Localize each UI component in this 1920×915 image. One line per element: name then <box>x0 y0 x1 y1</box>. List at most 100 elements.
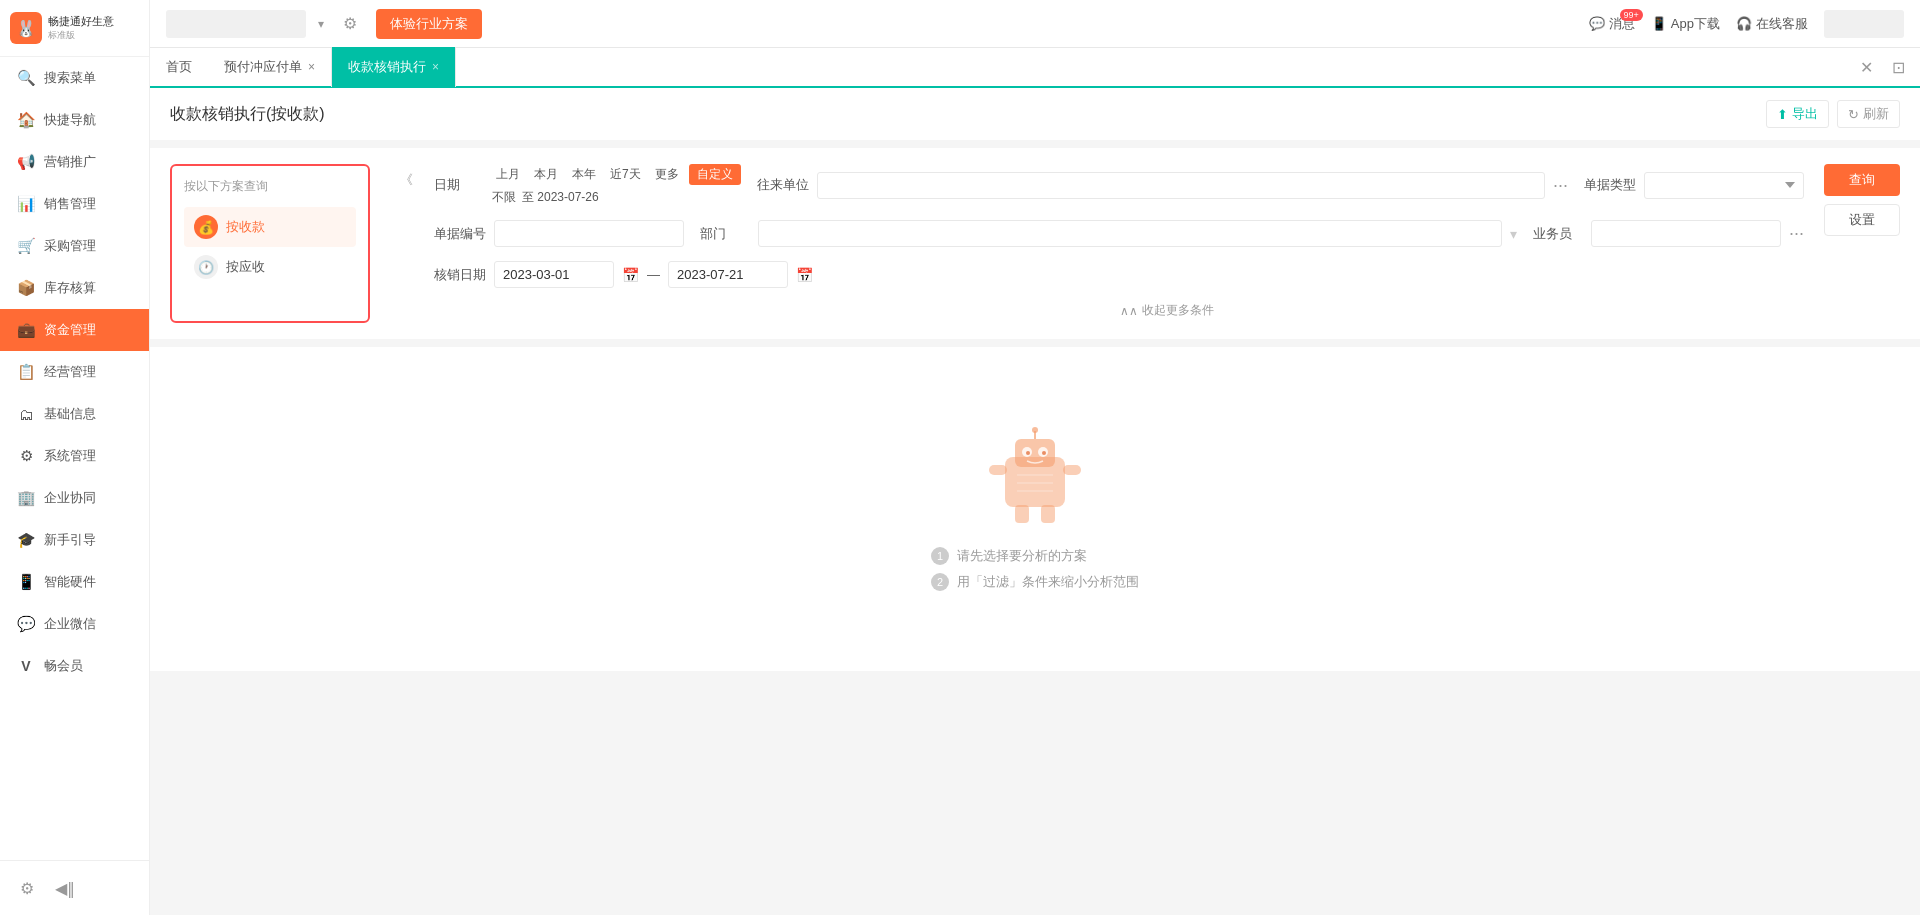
message-button[interactable]: 💬 消息 99+ <box>1589 15 1635 33</box>
tab-prepay[interactable]: 预付冲应付单 × <box>208 47 332 87</box>
this-month-shortcut[interactable]: 本月 <box>530 164 562 185</box>
sidebar-item-system[interactable]: ⚙ 系统管理 <box>0 435 149 477</box>
custom-shortcut[interactable]: 自定义 <box>689 164 741 185</box>
guide-nav-icon: 🎓 <box>16 531 36 549</box>
last-7days-shortcut[interactable]: 近7天 <box>606 164 645 185</box>
industry-solution-button[interactable]: 体验行业方案 <box>376 9 482 39</box>
app-name: 畅捷通好生意 <box>48 14 114 28</box>
sidebar-item-operation[interactable]: 📋 经营管理 <box>0 351 149 393</box>
service-label: 在线客服 <box>1756 15 1808 33</box>
svg-point-7 <box>1032 427 1038 433</box>
sidebar-item-guide[interactable]: 🎓 新手引导 <box>0 519 149 561</box>
date-to: 至 2023-07-26 <box>522 189 599 206</box>
staff-field: 业务员 ··· <box>1533 220 1804 247</box>
marketing-nav-icon: 📢 <box>16 153 36 171</box>
search-nav-icon: 🔍 <box>16 69 36 87</box>
maximize-icon[interactable]: ⊡ <box>1884 53 1912 81</box>
tab-prepay-close-icon[interactable]: × <box>308 60 315 74</box>
refresh-button[interactable]: ↻ 刷新 <box>1837 100 1900 128</box>
tab-receipt-label: 收款核销执行 <box>348 58 426 76</box>
last-month-shortcut[interactable]: 上月 <box>492 164 524 185</box>
page-header: 收款核销执行(按收款) ⬆ 导出 ↻ 刷新 <box>150 88 1920 140</box>
filter-option-by-receivable[interactable]: 🕐 按应收 <box>184 247 356 287</box>
online-service-button[interactable]: 🎧 在线客服 <box>1736 15 1808 33</box>
tab-receipt[interactable]: 收款核销执行 × <box>332 47 456 87</box>
sidebar-item-search[interactable]: 🔍 搜索菜单 <box>0 57 149 99</box>
tab-receipt-close-icon[interactable]: × <box>432 60 439 74</box>
sidebar-item-label: 畅会员 <box>44 657 83 675</box>
counterpart-more[interactable]: ··· <box>1553 175 1568 196</box>
top-header: ▾ ⚙ 体验行业方案 💬 消息 99+ 📱 App下载 🎧 在线客服 <box>150 0 1920 48</box>
wechat-nav-icon: 💬 <box>16 615 36 633</box>
sidebar-item-sales[interactable]: 📊 销售管理 <box>0 183 149 225</box>
staff-input[interactable] <box>1591 220 1781 247</box>
collapse-more-row: ∧∧ 收起更多条件 <box>434 298 1900 323</box>
by-receipt-icon: 💰 <box>194 215 218 239</box>
dept-input[interactable] <box>758 220 1502 247</box>
verify-date-start-calendar-icon[interactable]: 📅 <box>622 267 639 283</box>
this-year-shortcut[interactable]: 本年 <box>568 164 600 185</box>
filter-scheme-panel: 按以下方案查询 💰 按收款 🕐 按应收 <box>170 164 370 323</box>
page-title: 收款核销执行(按收款) <box>170 104 325 125</box>
filter-date-row: 日期 上月 本月 本年 近7天 更多 自定义 <box>434 164 1804 206</box>
tab-home[interactable]: 首页 <box>150 47 208 87</box>
header-gear-icon[interactable]: ⚙ <box>336 10 364 38</box>
filter-panel-title: 按以下方案查询 <box>184 178 356 195</box>
main-area: ▾ ⚙ 体验行业方案 💬 消息 99+ 📱 App下载 🎧 在线客服 首页 <box>150 0 1920 915</box>
sidebar-item-basic[interactable]: 🗂 基础信息 <box>0 393 149 435</box>
sidebar-item-purchase[interactable]: 🛒 采购管理 <box>0 225 149 267</box>
filter-option-by-receipt[interactable]: 💰 按收款 <box>184 207 356 247</box>
dept-label: 部门 <box>700 225 750 243</box>
brand-dropdown-icon[interactable]: ▾ <box>318 17 324 31</box>
bill-type-label: 单据类型 <box>1584 176 1636 194</box>
page-content: 收款核销执行(按收款) ⬆ 导出 ↻ 刷新 按以下方案查询 💰 按收款 <box>150 88 1920 915</box>
inventory-nav-icon: 📦 <box>16 279 36 297</box>
sidebar-item-label: 系统管理 <box>44 447 96 465</box>
app-icon: 📱 <box>1651 16 1667 31</box>
query-button[interactable]: 查询 <box>1824 164 1900 196</box>
settings-bottom-btn[interactable]: ⚙ <box>12 873 42 903</box>
app-download-button[interactable]: 📱 App下载 <box>1651 15 1720 33</box>
bill-no-input[interactable] <box>494 220 684 247</box>
finance-nav-icon: 💼 <box>16 321 36 339</box>
verify-date-separator: — <box>647 267 660 282</box>
header-right-actions: 💬 消息 99+ 📱 App下载 🎧 在线客服 <box>1589 10 1904 38</box>
setting-button[interactable]: 设置 <box>1824 204 1900 236</box>
tip-text-2: 用「过滤」条件来缩小分析范围 <box>957 573 1139 591</box>
sidebar-item-label: 销售管理 <box>44 195 96 213</box>
sidebar-item-enterprise[interactable]: 🏢 企业协同 <box>0 477 149 519</box>
verify-date-end-calendar-icon[interactable]: 📅 <box>796 267 813 283</box>
collapse-sidebar-btn[interactable]: ◀‖ <box>50 873 80 903</box>
bill-no-field: 单据编号 <box>434 220 684 247</box>
dept-dropdown-icon[interactable]: ▾ <box>1510 226 1517 242</box>
collapse-filter-btn[interactable]: 《 <box>394 168 418 192</box>
hardware-nav-icon: 📱 <box>16 573 36 591</box>
staff-more[interactable]: ··· <box>1789 223 1804 244</box>
close-tab-icon[interactable]: ✕ <box>1852 53 1880 81</box>
sidebar-item-marketing[interactable]: 📢 营销推广 <box>0 141 149 183</box>
verify-date-end-input[interactable] <box>668 261 788 288</box>
sales-nav-icon: 📊 <box>16 195 36 213</box>
sidebar-item-shortcut[interactable]: 🏠 快捷导航 <box>0 99 149 141</box>
by-receipt-label: 按收款 <box>226 218 265 236</box>
more-shortcut[interactable]: 更多 <box>651 164 683 185</box>
filter-form: 日期 上月 本月 本年 近7天 更多 自定义 <box>434 164 1900 323</box>
counterpart-field: 往来单位 ··· <box>757 172 1568 199</box>
empty-illustration <box>975 427 1095 527</box>
verify-date-start-input[interactable] <box>494 261 614 288</box>
counterpart-input[interactable] <box>817 172 1545 199</box>
sidebar-item-wechat[interactable]: 💬 企业微信 <box>0 603 149 645</box>
tab-home-label: 首页 <box>166 58 192 76</box>
sidebar-item-inventory[interactable]: 📦 库存核算 <box>0 267 149 309</box>
sidebar-item-vip[interactable]: V 畅会员 <box>0 645 149 687</box>
sidebar-item-finance[interactable]: 💼 资金管理 <box>0 309 149 351</box>
sidebar-item-hardware[interactable]: 📱 智能硬件 <box>0 561 149 603</box>
date-shortcuts-group: 上月 本月 本年 近7天 更多 自定义 不限 <box>492 164 741 206</box>
brand-selector[interactable] <box>166 10 306 38</box>
bill-type-select[interactable] <box>1644 172 1804 199</box>
user-menu[interactable] <box>1824 10 1904 38</box>
export-button[interactable]: ⬆ 导出 <box>1766 100 1829 128</box>
basic-nav-icon: 🗂 <box>16 406 36 423</box>
tip-text-1: 请先选择要分析的方案 <box>957 547 1087 565</box>
collapse-more-button[interactable]: ∧∧ 收起更多条件 <box>1120 298 1214 323</box>
